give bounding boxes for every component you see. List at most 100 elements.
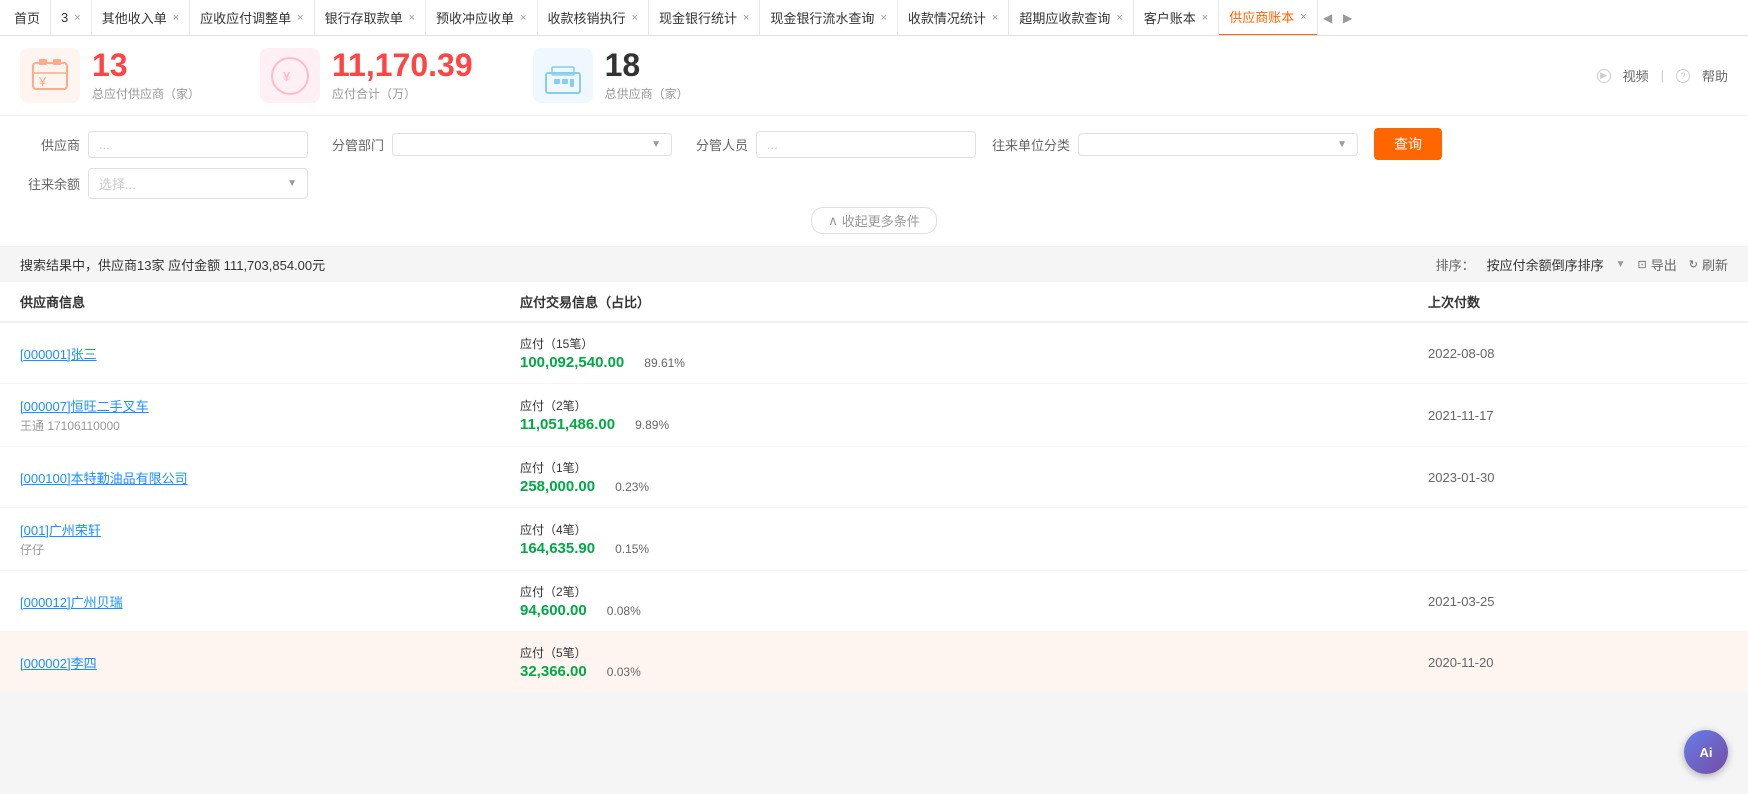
tx-percent-2: 9.89%: [635, 418, 669, 432]
supplier-link-4[interactable]: [001]广州荣轩: [20, 523, 101, 538]
supplier-link-2[interactable]: [000007]恒旺二手叉车: [20, 399, 149, 414]
balance-label: 往来余额: [20, 174, 80, 193]
close-tab-collection-verify[interactable]: ×: [632, 12, 638, 24]
filter-balance: 往来余额 选择... ▼: [20, 168, 308, 199]
dept-dropdown-arrow: ▼: [651, 139, 661, 150]
svg-text:¥: ¥: [38, 74, 47, 89]
stat-icon-ap-suppliers: ¥: [20, 48, 80, 103]
nav-tab-supplier-account[interactable]: 供应商账本 ×: [1219, 0, 1317, 36]
tx-info-5: 应付（2笔） 94,600.00 0.08%: [520, 583, 1428, 619]
tx-info-1: 应付（15笔） 100,092,540.00 89.61%: [520, 335, 1428, 371]
results-actions: 排序： 按应付余额倒序排序 ▼ ⊡ 导出 ↻ 刷新: [1436, 255, 1728, 274]
nav-tab-bank-deposit[interactable]: 银行存取款单 ×: [315, 0, 426, 36]
supplier-input[interactable]: ...: [88, 131, 308, 158]
ai-badge[interactable]: Ai: [1684, 730, 1728, 774]
stat-total-ap-suppliers: ¥ 13 总应付供应商（家）: [20, 48, 200, 103]
filter-person: 分管人员 ...: [688, 131, 976, 158]
header-last-pay: 上次付数: [1428, 292, 1728, 311]
filter-supplier: 供应商 ...: [20, 131, 308, 158]
tx-label-3: 应付（1笔）: [520, 459, 1428, 476]
category-select[interactable]: ▼: [1078, 133, 1358, 156]
nav-tab-cash-bank-stats[interactable]: 现金银行统计 ×: [649, 0, 760, 36]
stat-ap-amount-info: 11,170.39 应付合计（万）: [332, 49, 473, 102]
export-action[interactable]: ⊡ 导出: [1638, 255, 1677, 274]
nav-tab-other-income[interactable]: 其他收入单 ×: [92, 0, 190, 36]
nav-tab-collection-verify[interactable]: 收款核销执行 ×: [538, 0, 649, 36]
close-tab-overdue-query[interactable]: ×: [1116, 12, 1122, 24]
tx-amount-6[interactable]: 32,366.00: [520, 663, 587, 680]
nav-tab-3[interactable]: 3 ×: [51, 0, 92, 36]
supplier-link-5[interactable]: [000012]广州贝瑞: [20, 595, 123, 610]
stat-ap-suppliers-number: 13: [92, 49, 200, 81]
close-tab-other-income[interactable]: ×: [173, 12, 179, 24]
collapse-label: 收起更多条件: [842, 211, 920, 230]
supplier-info-1: [000001]张三: [20, 344, 520, 363]
tx-row-6: 32,366.00 0.03%: [520, 663, 1428, 680]
close-tab-advance[interactable]: ×: [520, 12, 526, 24]
tx-percent-6: 0.03%: [607, 665, 641, 679]
close-tab-3[interactable]: ×: [74, 12, 80, 24]
collapse-button[interactable]: ∧ 收起更多条件: [811, 207, 937, 234]
refresh-action[interactable]: ↻ 刷新: [1689, 255, 1728, 274]
video-link[interactable]: 视频: [1623, 66, 1649, 85]
stat-ap-amount-number: 11,170.39: [332, 49, 473, 81]
nav-tab-advance[interactable]: 预收冲应收单 ×: [426, 0, 537, 36]
export-label: 导出: [1651, 255, 1677, 274]
dept-select[interactable]: ▼: [392, 133, 672, 156]
stats-bar: ¥ 13 总应付供应商（家） ¥ 11,170.39 应付合计（万）: [0, 36, 1748, 116]
close-tab-cash-bank-flow[interactable]: ×: [880, 12, 886, 24]
tx-amount-3[interactable]: 258,000.00: [520, 478, 595, 495]
tx-label-4: 应付（4笔）: [520, 521, 1428, 538]
person-input-text: ...: [767, 137, 778, 152]
close-tab-customer-account[interactable]: ×: [1202, 12, 1208, 24]
nav-next-arrow[interactable]: ▶: [1338, 0, 1358, 36]
last-pay-3: 2023-01-30: [1428, 470, 1728, 485]
close-tab-collection-stats[interactable]: ×: [992, 12, 998, 24]
person-input[interactable]: ...: [756, 131, 976, 158]
header-transaction: 应付交易信息（占比）: [520, 292, 1428, 311]
supplier-info-5: [000012]广州贝瑞: [20, 592, 520, 611]
header-supplier: 供应商信息: [20, 292, 520, 311]
supplier-link-3[interactable]: [000100]本特勤油品有限公司: [20, 471, 188, 486]
nav-tab-collection-stats[interactable]: 收款情况统计 ×: [898, 0, 1009, 36]
tx-amount-4[interactable]: 164,635.90: [520, 540, 595, 557]
top-navigation: 首页 3 × 其他收入单 × 应收应付调整单 × 银行存取款单 × 预收冲应收单…: [0, 0, 1748, 36]
filter-row-2: 往来余额 选择... ▼: [20, 168, 1728, 199]
person-label: 分管人员: [688, 135, 748, 154]
sort-dropdown-arrow[interactable]: ▼: [1616, 259, 1626, 270]
tx-row-3: 258,000.00 0.23%: [520, 478, 1428, 495]
supplier-info-6: [000002]李四: [20, 653, 520, 672]
tx-amount-2[interactable]: 11,051,486.00: [520, 416, 615, 433]
close-tab-cash-bank-stats[interactable]: ×: [743, 12, 749, 24]
stat-ap-suppliers-info: 13 总应付供应商（家）: [92, 49, 200, 102]
search-button[interactable]: 查询: [1374, 128, 1442, 160]
nav-prev-arrow[interactable]: ◀: [1318, 0, 1338, 36]
tx-row-4: 164,635.90 0.15%: [520, 540, 1428, 557]
stat-suppliers-label: 总供应商（家）: [605, 85, 689, 102]
close-tab-supplier-account[interactable]: ×: [1300, 11, 1306, 23]
sort-value[interactable]: 按应付余额倒序排序: [1487, 255, 1604, 274]
nav-tab-overdue-query[interactable]: 超期应收款查询 ×: [1009, 0, 1133, 36]
close-tab-ap-adjust[interactable]: ×: [297, 12, 303, 24]
nav-tab-home[interactable]: 首页: [4, 0, 51, 36]
tx-row-5: 94,600.00 0.08%: [520, 602, 1428, 619]
supplier-link-6[interactable]: [000002]李四: [20, 656, 97, 671]
nav-tab-cash-bank-flow[interactable]: 现金银行流水查询 ×: [760, 0, 897, 36]
close-tab-bank-deposit[interactable]: ×: [409, 12, 415, 24]
nav-tab-ap-adjust[interactable]: 应收应付调整单 ×: [190, 0, 314, 36]
tx-percent-1: 89.61%: [644, 356, 685, 370]
table-row: [001]广州荣轩 仔仔 应付（4笔） 164,635.90 0.15%: [0, 508, 1748, 571]
nav-tab-customer-account[interactable]: 客户账本 ×: [1134, 0, 1219, 36]
tx-row-2: 11,051,486.00 9.89%: [520, 416, 1428, 433]
tx-label-1: 应付（15笔）: [520, 335, 1428, 352]
balance-select[interactable]: 选择... ▼: [88, 168, 308, 199]
tx-amount-5[interactable]: 94,600.00: [520, 602, 587, 619]
supplier-link-1[interactable]: [000001]张三: [20, 347, 97, 362]
tx-amount-1[interactable]: 100,092,540.00: [520, 354, 624, 371]
help-link[interactable]: 帮助: [1702, 66, 1728, 85]
stat-ap-amount-label: 应付合计（万）: [332, 85, 473, 102]
tx-label-2: 应付（2笔）: [520, 397, 1428, 414]
supplier-info-2: [000007]恒旺二手叉车 王通 17106110000: [20, 396, 520, 434]
circle-icon-help: ?: [1676, 69, 1690, 83]
last-pay-6: 2020-11-20: [1428, 655, 1728, 670]
